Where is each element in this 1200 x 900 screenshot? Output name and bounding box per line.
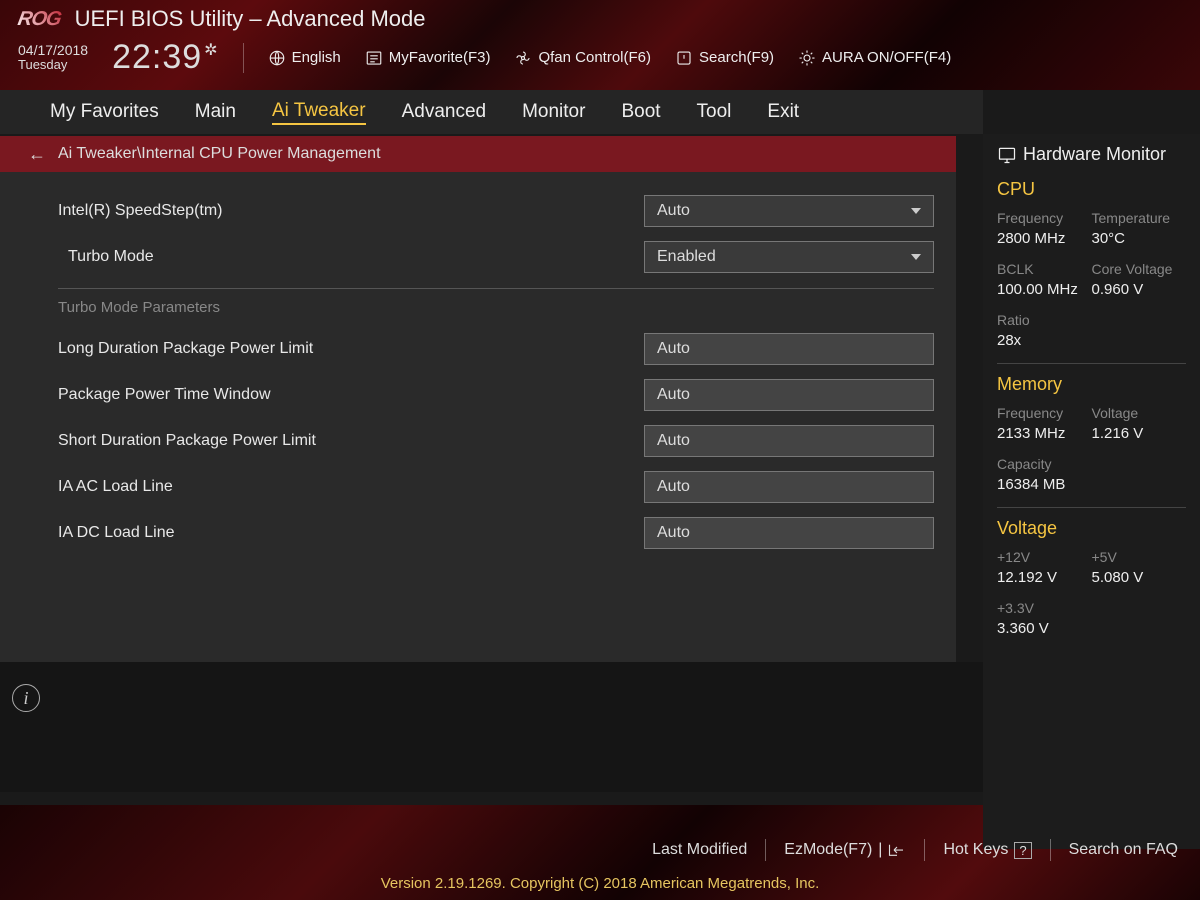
- enter-icon: [888, 843, 906, 857]
- breadcrumb-text: Ai Tweaker\Internal CPU Power Management: [58, 145, 381, 163]
- ia-dc-input[interactable]: Auto: [644, 517, 934, 549]
- ia-ac-label: IA AC Load Line: [58, 478, 644, 496]
- ezmode-button[interactable]: EzMode(F7) |: [784, 841, 906, 859]
- cpu-core-voltage: 0.960 V: [1092, 281, 1187, 298]
- date-block: 04/17/2018 Tuesday: [18, 43, 88, 73]
- back-arrow-icon[interactable]: ←: [28, 144, 46, 165]
- time-window-label: Package Power Time Window: [58, 386, 644, 404]
- voltage-heading: Voltage: [997, 518, 1186, 539]
- short-duration-input[interactable]: Auto: [644, 425, 934, 457]
- aura-button[interactable]: AURA ON/OFF(F4): [798, 49, 951, 67]
- cpu-heading: CPU: [997, 179, 1186, 200]
- myfavorite-button[interactable]: MyFavorite(F3): [365, 49, 491, 67]
- mem-voltage: 1.216 V: [1092, 425, 1187, 442]
- speedstep-label: Intel(R) SpeedStep(tm): [58, 202, 644, 220]
- sidebar-title: Hardware Monitor: [997, 144, 1186, 165]
- help-panel: i: [0, 662, 983, 792]
- mem-capacity: 16384 MB: [997, 476, 1092, 493]
- tab-boot[interactable]: Boot: [621, 101, 660, 123]
- app-title: UEFI BIOS Utility – Advanced Mode: [75, 6, 426, 32]
- search-icon: [675, 49, 693, 67]
- turbo-params-heading: Turbo Mode Parameters: [58, 293, 956, 326]
- list-icon: [365, 49, 383, 67]
- info-icon: i: [12, 684, 40, 712]
- tab-my-favorites[interactable]: My Favorites: [50, 101, 159, 123]
- gear-icon: ✲: [204, 40, 218, 60]
- time-display[interactable]: 22:39 ✲: [112, 38, 219, 77]
- search-button[interactable]: Search(F9): [675, 49, 774, 67]
- copyright-text: Version 2.19.1269. Copyright (C) 2018 Am…: [0, 875, 1200, 900]
- long-duration-label: Long Duration Package Power Limit: [58, 340, 644, 358]
- tab-tool[interactable]: Tool: [697, 101, 732, 123]
- cpu-bclk: 100.00 MHz: [997, 281, 1092, 298]
- monitor-icon: [997, 145, 1017, 165]
- fan-icon: [514, 49, 532, 67]
- memory-heading: Memory: [997, 374, 1186, 395]
- time-window-input[interactable]: Auto: [644, 379, 934, 411]
- main-tabs: My Favorites Main Ai Tweaker Advanced Mo…: [0, 90, 983, 134]
- question-key-icon: ?: [1014, 842, 1031, 859]
- turbo-select[interactable]: Enabled: [644, 241, 934, 273]
- last-modified-button[interactable]: Last Modified: [652, 841, 747, 859]
- voltage-5v: 5.080 V: [1092, 569, 1187, 586]
- voltage-12v: 12.192 V: [997, 569, 1092, 586]
- ia-dc-label: IA DC Load Line: [58, 524, 644, 542]
- cpu-temperature: 30°C: [1092, 230, 1187, 247]
- language-button[interactable]: English: [268, 49, 341, 67]
- breadcrumb[interactable]: ← Ai Tweaker\Internal CPU Power Manageme…: [0, 136, 956, 172]
- long-duration-input[interactable]: Auto: [644, 333, 934, 365]
- ia-ac-input[interactable]: Auto: [644, 471, 934, 503]
- short-duration-label: Short Duration Package Power Limit: [58, 432, 644, 450]
- tab-exit[interactable]: Exit: [767, 101, 799, 123]
- rog-logo: ROG: [16, 8, 63, 31]
- tab-monitor[interactable]: Monitor: [522, 101, 585, 123]
- aura-icon: [798, 49, 816, 67]
- mem-frequency: 2133 MHz: [997, 425, 1092, 442]
- hotkeys-button[interactable]: Hot Keys ?: [943, 841, 1031, 859]
- cpu-ratio: 28x: [997, 332, 1092, 349]
- speedstep-select[interactable]: Auto: [644, 195, 934, 227]
- hardware-monitor-panel: Hardware Monitor CPU Frequency Temperatu…: [983, 134, 1200, 849]
- tab-main[interactable]: Main: [195, 101, 236, 123]
- chevron-down-icon: [911, 208, 921, 214]
- voltage-3v3: 3.360 V: [997, 620, 1092, 637]
- tab-advanced[interactable]: Advanced: [402, 101, 487, 123]
- cpu-frequency: 2800 MHz: [997, 230, 1092, 247]
- search-faq-button[interactable]: Search on FAQ: [1069, 841, 1178, 859]
- chevron-down-icon: [911, 254, 921, 260]
- globe-icon: [268, 49, 286, 67]
- tab-ai-tweaker[interactable]: Ai Tweaker: [272, 100, 366, 125]
- turbo-label: Turbo Mode: [68, 248, 644, 266]
- qfan-button[interactable]: Qfan Control(F6): [514, 49, 651, 67]
